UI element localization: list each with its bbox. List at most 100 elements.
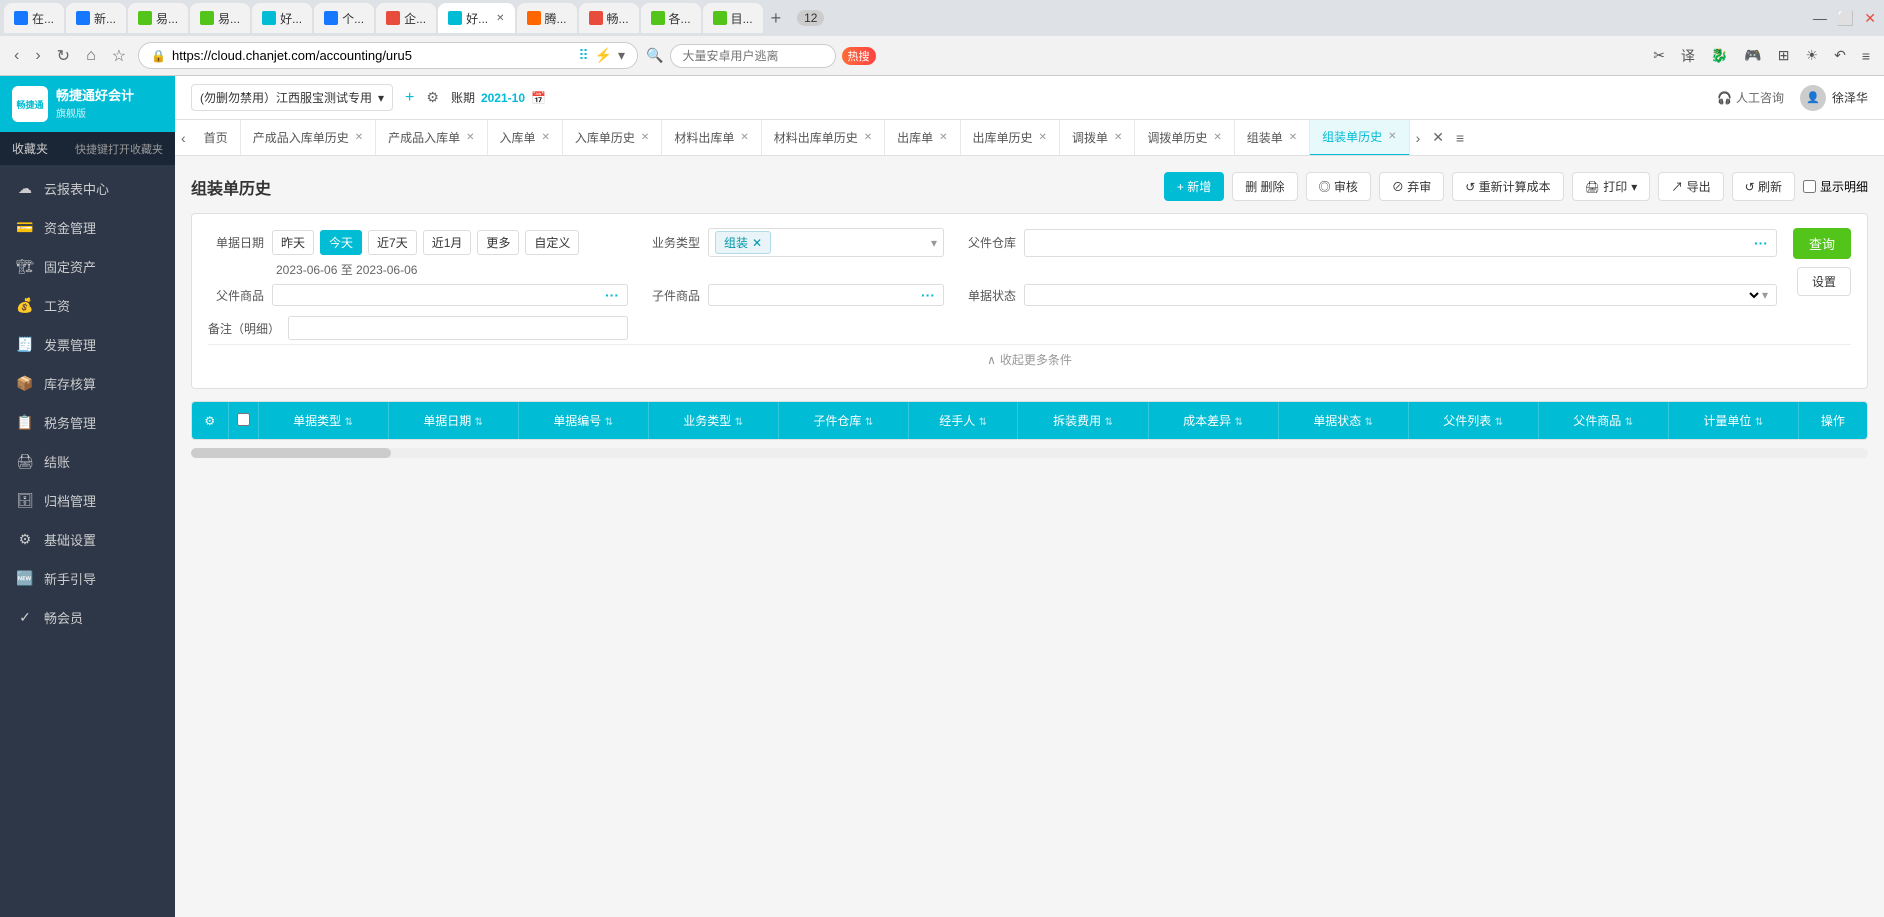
custom-date-btn[interactable]: 自定义 bbox=[525, 230, 579, 255]
settings-icon[interactable]: ⚙ bbox=[204, 414, 215, 428]
sidebar-item-invoice[interactable]: 🧾 发票管理 bbox=[0, 325, 175, 364]
translate-icon[interactable]: 译 bbox=[1677, 44, 1699, 68]
th-parent-list[interactable]: 父件列表 ⇅ bbox=[1408, 402, 1538, 439]
export-button[interactable]: ↗ 导出 bbox=[1658, 172, 1723, 201]
reload-button[interactable]: ↻ bbox=[53, 42, 74, 70]
page-tab-prod-in[interactable]: 产成品入库单 ✕ bbox=[376, 120, 487, 156]
scissors-icon[interactable]: ✂ bbox=[1649, 45, 1669, 66]
search-input[interactable] bbox=[683, 49, 823, 63]
page-tab-close-assembly-history[interactable]: ✕ bbox=[1388, 131, 1396, 142]
th-child-warehouse[interactable]: 子件仓库 ⇅ bbox=[778, 402, 908, 439]
browser-tab-1[interactable]: 在... bbox=[4, 3, 64, 33]
page-tab-in-order[interactable]: 入库单 ✕ bbox=[488, 120, 563, 156]
page-tab-mat-out-history[interactable]: 材料出库单历史 ✕ bbox=[762, 120, 885, 156]
sort-icon-handler[interactable]: ⇅ bbox=[979, 417, 987, 428]
review-button[interactable]: ◎ 审核 bbox=[1306, 172, 1371, 201]
parent-goods-input[interactable] bbox=[281, 288, 605, 302]
browser-tab-2[interactable]: 新... bbox=[66, 3, 126, 33]
service-button[interactable]: 🎧 人工咨询 bbox=[1717, 89, 1784, 106]
tab-close-8[interactable]: ✕ bbox=[496, 13, 504, 24]
browser-tab-4[interactable]: 易... bbox=[190, 3, 250, 33]
page-tab-close-in-order[interactable]: ✕ bbox=[542, 132, 550, 143]
yesterday-btn[interactable]: 昨天 bbox=[272, 230, 314, 255]
browser-tab-3[interactable]: 易... bbox=[128, 3, 188, 33]
boost-icon[interactable]: ⚡ bbox=[595, 47, 612, 64]
horizontal-scrollbar[interactable] bbox=[191, 448, 1868, 458]
page-tab-adjust-history[interactable]: 调拨单历史 ✕ bbox=[1135, 120, 1234, 156]
company-selector[interactable]: (勿删勿禁用）江西服宝测试专用 ▾ bbox=[191, 84, 393, 111]
browser-tab-5[interactable]: 好... bbox=[252, 3, 312, 33]
th-order-date[interactable]: 单据日期 ⇅ bbox=[388, 402, 518, 439]
th-biz-type[interactable]: 业务类型 ⇅ bbox=[648, 402, 778, 439]
minimize-button[interactable]: — bbox=[1809, 8, 1831, 28]
calendar-icon[interactable]: 📅 bbox=[531, 91, 546, 105]
abandon-button[interactable]: ⊘ 弃审 bbox=[1379, 172, 1444, 201]
sort-icon-parent-list[interactable]: ⇅ bbox=[1495, 417, 1503, 428]
delete-button[interactable]: 删 删除 bbox=[1232, 172, 1297, 201]
tabs-menu[interactable]: ≡ bbox=[1450, 130, 1470, 146]
th-order-status[interactable]: 单据状态 ⇅ bbox=[1278, 402, 1408, 439]
page-tab-assembly[interactable]: 组装单 ✕ bbox=[1235, 120, 1310, 156]
sort-icon-biz-type[interactable]: ⇅ bbox=[735, 417, 743, 428]
page-tab-out-history[interactable]: 出库单历史 ✕ bbox=[961, 120, 1060, 156]
page-tab-assembly-history[interactable]: 组装单历史 ✕ bbox=[1310, 120, 1409, 156]
page-tab-in-history[interactable]: 入库单历史 ✕ bbox=[563, 120, 662, 156]
sort-icon-disassemble-cost[interactable]: ⇅ bbox=[1104, 417, 1112, 428]
th-order-type[interactable]: 单据类型 ⇅ bbox=[258, 402, 388, 439]
home-button[interactable]: ⌂ bbox=[82, 43, 100, 69]
page-tab-mat-out[interactable]: 材料出库单 ✕ bbox=[662, 120, 761, 156]
page-tab-close-out[interactable]: ✕ bbox=[939, 132, 947, 143]
page-tab-close-adjust[interactable]: ✕ bbox=[1114, 132, 1122, 143]
browser-tab-8[interactable]: 好... ✕ bbox=[438, 3, 514, 33]
page-tab-home[interactable]: 首页 bbox=[192, 120, 241, 156]
game-icon[interactable]: 🎮 bbox=[1740, 45, 1765, 66]
th-check[interactable] bbox=[228, 402, 258, 439]
show-detail-label[interactable]: 显示明细 bbox=[1803, 178, 1868, 195]
page-tab-out[interactable]: 出库单 ✕ bbox=[885, 120, 960, 156]
query-button[interactable]: 查询 bbox=[1793, 228, 1851, 259]
page-tab-close-in-history[interactable]: ✕ bbox=[641, 132, 649, 143]
show-detail-checkbox[interactable] bbox=[1803, 180, 1816, 193]
page-tab-close-prod-in-history[interactable]: ✕ bbox=[355, 132, 363, 143]
parent-goods-ellipsis[interactable]: ··· bbox=[605, 287, 619, 303]
forward-button[interactable]: › bbox=[31, 43, 44, 69]
close-button[interactable]: ✕ bbox=[1860, 8, 1880, 29]
child-goods-input[interactable] bbox=[717, 288, 921, 302]
sort-icon-unit[interactable]: ⇅ bbox=[1755, 417, 1763, 428]
sort-icon-order-status[interactable]: ⇅ bbox=[1365, 417, 1373, 428]
today-btn[interactable]: 今天 bbox=[320, 230, 362, 255]
browser-tab-10[interactable]: 畅... bbox=[579, 3, 639, 33]
undo-icon[interactable]: ↶ bbox=[1830, 45, 1850, 66]
filter-settings-button[interactable]: 设置 bbox=[1797, 267, 1851, 296]
sidebar-item-payroll[interactable]: 💰 工资 bbox=[0, 286, 175, 325]
address-input[interactable] bbox=[172, 48, 572, 63]
sidebar-item-fund[interactable]: 💳 资金管理 bbox=[0, 208, 175, 247]
company-settings-icon[interactable]: ⚙ bbox=[426, 89, 439, 106]
order-status-select[interactable] bbox=[1033, 287, 1762, 303]
th-unit[interactable]: 计量单位 ⇅ bbox=[1668, 402, 1798, 439]
more-date-btn[interactable]: 更多 bbox=[477, 230, 519, 255]
page-tab-close-mat-out-history[interactable]: ✕ bbox=[864, 132, 872, 143]
sidebar-item-guide[interactable]: 🆕 新手引导 bbox=[0, 559, 175, 598]
browser-tab-12[interactable]: 目... bbox=[703, 3, 763, 33]
tabs-scroll-left[interactable]: ‹ bbox=[175, 130, 192, 146]
print-button[interactable]: 🖨 打印 ▾ bbox=[1572, 172, 1651, 201]
sidebar-item-archive[interactable]: 🗄 归档管理 bbox=[0, 481, 175, 520]
page-tab-close-assembly[interactable]: ✕ bbox=[1289, 132, 1297, 143]
sort-icon-parent-goods[interactable]: ⇅ bbox=[1625, 417, 1633, 428]
page-tab-prod-in-history[interactable]: 产成品入库单历史 ✕ bbox=[241, 120, 376, 156]
add-button[interactable]: + 新增 bbox=[1164, 172, 1224, 201]
sort-icon-order-no[interactable]: ⇅ bbox=[605, 417, 613, 428]
browser-tab-7[interactable]: 企... bbox=[376, 3, 436, 33]
qr-code-icon[interactable]: ⠿ bbox=[578, 47, 588, 64]
browser-tab-9[interactable]: 腾... bbox=[517, 3, 577, 33]
page-tab-close-adjust-history[interactable]: ✕ bbox=[1213, 132, 1221, 143]
bookmark-button[interactable]: ☆ bbox=[108, 42, 130, 70]
refresh-button[interactable]: ↺ 刷新 bbox=[1732, 172, 1795, 201]
dropdown-arrow-icon[interactable]: ▾ bbox=[618, 47, 625, 64]
add-company-button[interactable]: + bbox=[405, 89, 414, 107]
sort-icon-cost-diff[interactable]: ⇅ bbox=[1235, 417, 1243, 428]
page-tab-close-mat-out[interactable]: ✕ bbox=[740, 132, 748, 143]
sidebar-item-inventory[interactable]: 📦 库存核算 bbox=[0, 364, 175, 403]
browser-tab-6[interactable]: 个... bbox=[314, 3, 374, 33]
